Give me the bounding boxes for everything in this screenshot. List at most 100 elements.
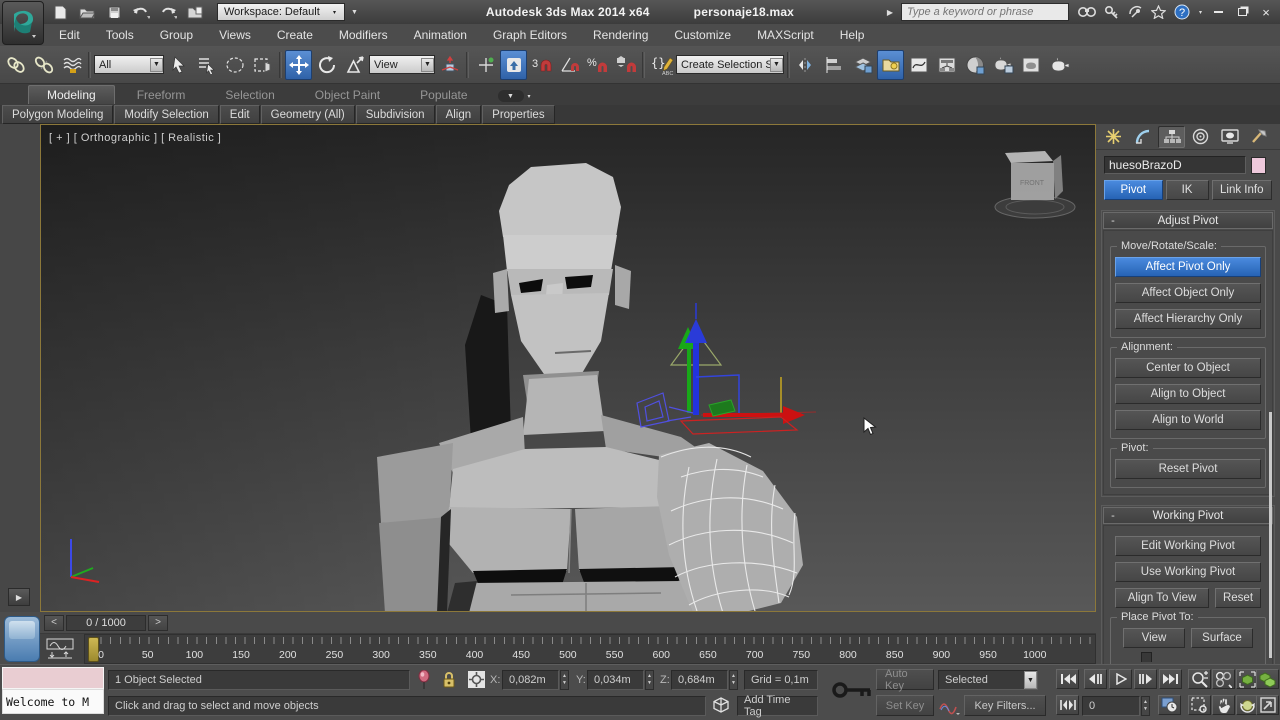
motion-tab-icon[interactable]: [1187, 126, 1214, 148]
place-pivot-surface-button[interactable]: Surface: [1191, 628, 1253, 648]
ribbon-tab-object-paint[interactable]: Object Paint: [297, 86, 398, 104]
x-coordinate-field[interactable]: 0,082m: [502, 670, 559, 690]
set-key-button[interactable]: Set Key: [876, 695, 934, 716]
sign-in-key-icon[interactable]: [1104, 5, 1120, 19]
timeline-ruler[interactable]: 0 50 100 150 200 250 300 350 400 450 500 550 600 650 7…: [84, 634, 1096, 664]
new-scene-icon[interactable]: [50, 3, 70, 21]
spinner-snap-icon[interactable]: [612, 50, 639, 80]
rendered-frame-icon[interactable]: [1017, 50, 1044, 80]
angle-snap-icon[interactable]: [556, 50, 583, 80]
help-dropdown-arrow[interactable]: ▾: [1199, 9, 1202, 16]
align-to-world-button[interactable]: Align to World: [1115, 410, 1261, 430]
viewcube-icon[interactable]: FRONT: [994, 151, 1076, 219]
ribbon-tab-populate[interactable]: Populate: [402, 86, 485, 104]
pan-icon[interactable]: [1212, 695, 1235, 715]
ribbon-tab-freeform[interactable]: Freeform: [119, 86, 204, 104]
utilities-tab-icon[interactable]: [1245, 126, 1272, 148]
render-setup-icon[interactable]: [989, 50, 1016, 80]
align-to-object-button[interactable]: Align to Object: [1115, 384, 1261, 404]
ribbon-section-button[interactable]: Geometry (All): [260, 105, 355, 124]
place-pivot-view-button[interactable]: View: [1123, 628, 1185, 648]
redo-icon[interactable]: [158, 3, 178, 21]
zoom-all-icon[interactable]: [1212, 669, 1235, 689]
ribbon-section-button[interactable]: Polygon Modeling: [2, 105, 114, 124]
graphite-toggle-icon[interactable]: [877, 49, 904, 80]
tangent-icon[interactable]: [938, 695, 960, 718]
reset-pivot-button[interactable]: Reset Pivot: [1115, 459, 1261, 479]
menu-item[interactable]: Help: [827, 28, 878, 42]
collapse-icon[interactable]: -: [1104, 510, 1122, 522]
menu-item[interactable]: Group: [147, 28, 206, 42]
region-zoom-icon[interactable]: [1188, 695, 1211, 715]
zoom-icon[interactable]: [1188, 669, 1211, 689]
auto-key-button[interactable]: Auto Key: [876, 668, 934, 692]
object-name-field[interactable]: huesoBrazoD: [1104, 156, 1246, 174]
link-info-mode-button[interactable]: Link Info: [1211, 180, 1272, 200]
project-folder-icon[interactable]: [185, 3, 205, 21]
select-region-icon[interactable]: [221, 50, 248, 80]
play-icon[interactable]: [1109, 669, 1132, 689]
pin-icon[interactable]: [417, 669, 431, 693]
mirror-icon[interactable]: [793, 50, 820, 80]
previous-frame-slider-button[interactable]: <: [44, 614, 64, 631]
selection-filter-dropdown[interactable]: All ▼: [94, 55, 164, 74]
selected-set-arrow[interactable]: ▼: [1024, 671, 1037, 689]
reset-working-pivot-button[interactable]: Reset: [1215, 588, 1261, 608]
affect-pivot-only-button[interactable]: Affect Pivot Only: [1115, 257, 1261, 277]
select-object-icon[interactable]: [165, 50, 192, 80]
time-slider-value[interactable]: 0 / 1000: [66, 614, 146, 631]
current-frame-field[interactable]: 0: [1082, 696, 1140, 716]
render-production-icon[interactable]: [1045, 50, 1072, 80]
display-tab-icon[interactable]: [1216, 126, 1243, 148]
menu-item[interactable]: Edit: [46, 28, 93, 42]
collapse-icon[interactable]: -: [1104, 215, 1122, 227]
frame-spinner[interactable]: ▲ ▼: [1141, 696, 1150, 716]
keyboard-override-icon[interactable]: [500, 49, 527, 80]
selection-set-dropdown[interactable]: Create Selection Set▼: [676, 55, 784, 74]
menu-item[interactable]: Rendering: [580, 28, 661, 42]
lock-icon[interactable]: [442, 671, 456, 691]
modify-tab-icon[interactable]: [1129, 126, 1156, 148]
manage-layers-icon[interactable]: [849, 50, 876, 80]
maximize-viewport-icon[interactable]: [1256, 695, 1279, 715]
application-menu-button[interactable]: [2, 1, 44, 45]
x-spinner[interactable]: ▲ ▼: [560, 670, 569, 690]
selection-set-key-dropdown[interactable]: Selected ▼: [938, 670, 1038, 690]
move-icon[interactable]: [285, 49, 312, 80]
selection-set-arrow[interactable]: ▼: [770, 57, 783, 72]
ribbon-options-arrow[interactable]: ▾: [528, 93, 531, 100]
viewport-layout-tab[interactable]: [4, 616, 40, 662]
menu-item[interactable]: Modifiers: [326, 28, 401, 42]
ribbon-tab-selection[interactable]: Selection: [207, 86, 292, 104]
open-mini-curve-icon[interactable]: [46, 638, 76, 663]
affect-object-only-button[interactable]: Affect Object Only: [1115, 283, 1261, 303]
menu-item[interactable]: Graph Editors: [480, 28, 580, 42]
use-working-pivot-button[interactable]: Use Working Pivot: [1115, 562, 1261, 582]
bind-spacewarp-icon[interactable]: [58, 50, 85, 80]
ik-mode-button[interactable]: IK: [1165, 180, 1209, 200]
workspace-dropdown[interactable]: Workspace: Default ▾: [217, 3, 345, 21]
align-icon[interactable]: [821, 50, 848, 80]
ribbon-section-button[interactable]: Edit: [219, 105, 260, 124]
maxscript-mini-listener[interactable]: Welcome to M: [2, 689, 104, 714]
close-button[interactable]: ×: [1258, 5, 1274, 20]
select-link-icon[interactable]: [2, 50, 29, 80]
select-manipulate-icon[interactable]: [472, 50, 499, 80]
ribbon-section-button[interactable]: Align: [435, 105, 482, 124]
go-start-icon[interactable]: [1056, 669, 1079, 689]
macro-recorder-field[interactable]: [2, 667, 104, 689]
rotate-icon[interactable]: [313, 50, 340, 80]
menu-item[interactable]: Create: [264, 28, 326, 42]
named-sets-icon[interactable]: {} ABC: [648, 50, 675, 80]
add-time-tag-field[interactable]: Add Time Tag: [737, 694, 818, 718]
schematic-view-icon[interactable]: [933, 50, 960, 80]
menu-item[interactable]: Tools: [93, 28, 147, 42]
menu-item[interactable]: MAXScript: [744, 28, 827, 42]
adaptive-degradation-icon[interactable]: [712, 696, 730, 717]
prev-frame-icon[interactable]: [1084, 669, 1107, 689]
pivot-mode-button[interactable]: Pivot: [1104, 180, 1163, 200]
coord-system-dropdown[interactable]: View ▼: [369, 55, 435, 74]
search-input[interactable]: [900, 3, 1069, 21]
communication-icon[interactable]: [1128, 5, 1143, 19]
viewport-label[interactable]: [ + ] [ Orthographic ] [ Realistic ]: [49, 132, 221, 144]
